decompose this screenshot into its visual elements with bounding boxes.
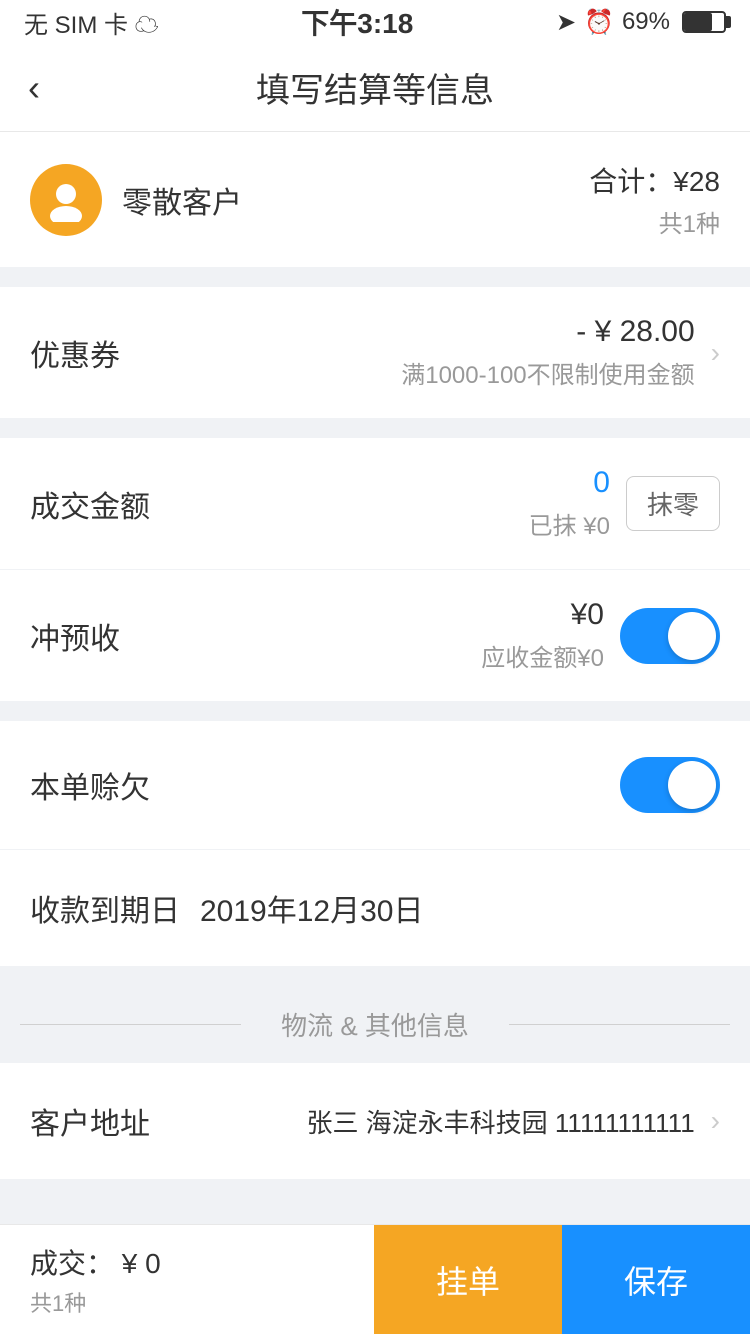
customer-right: 合计：¥28 共1种 xyxy=(589,160,720,239)
deal-prepay-section: 成交金额 0 已抹 ¥0 抹零 冲预收 ¥0 应收金额¥0 xyxy=(0,438,750,701)
prepayment-label: 冲预收 xyxy=(30,614,120,658)
address-section: 客户地址 张三 海淀永丰科技园 11111111111 › xyxy=(0,1063,750,1179)
footer-deal-label: 成交： xyxy=(30,1248,114,1279)
customer-section: 零散客户 合计：¥28 共1种 xyxy=(0,132,750,267)
hang-order-button[interactable]: 挂单 xyxy=(374,1225,562,1334)
coupon-label: 优惠券 xyxy=(30,331,120,375)
address-right: 张三 海淀永丰科技园 11111111111 › xyxy=(306,1103,720,1140)
logistics-label: 物流 & 其他信息 xyxy=(281,1006,469,1043)
deal-amount-value: 0 xyxy=(593,466,610,500)
status-right: ➤ ⏰ 69% xyxy=(556,8,726,37)
coupon-amount: - ¥ 28.00 满1000-100不限制使用金额 xyxy=(401,315,694,390)
address-chevron-icon: › xyxy=(711,1105,720,1137)
due-date-row[interactable]: 收款到期日 2019年12月30日 xyxy=(0,850,750,966)
back-button[interactable]: ‹ xyxy=(28,67,40,109)
prepayment-value: ¥0 xyxy=(571,598,604,632)
logistics-header: 物流 & 其他信息 xyxy=(0,986,750,1063)
logistics-line-right xyxy=(509,1024,730,1025)
footer-count: 共1种 xyxy=(30,1286,344,1318)
address-label: 客户地址 xyxy=(30,1099,150,1143)
status-left: 无 SIM 卡 ☁ xyxy=(24,5,159,40)
prepayment-values: ¥0 应收金额¥0 xyxy=(481,598,604,673)
status-bar: 无 SIM 卡 ☁ 下午3:18 ➤ ⏰ 69% xyxy=(0,0,750,44)
customer-avatar xyxy=(30,164,102,236)
deal-amount-values: 0 已抹 ¥0 xyxy=(529,466,610,541)
nav-bar: ‹ 填写结算等信息 xyxy=(0,44,750,132)
debt-row: 本单赊欠 xyxy=(0,721,750,850)
prepayment-row: 冲预收 ¥0 应收金额¥0 xyxy=(0,570,750,701)
coupon-chevron-icon: › xyxy=(711,337,720,369)
debt-toggle-knob xyxy=(668,761,716,809)
status-time: 下午3:18 xyxy=(301,2,413,42)
coupon-sub: 满1000-100不限制使用金额 xyxy=(401,355,694,390)
alarm-icon: ⏰ xyxy=(584,8,614,37)
content-area: 零散客户 合计：¥28 共1种 优惠券 - ¥ 28.00 满1000-100不… xyxy=(0,132,750,1309)
footer-deal-amount: 成交： ¥ 0 xyxy=(30,1242,344,1282)
customer-total: 合计：¥28 xyxy=(589,160,720,200)
sim-status: 无 SIM 卡 ☁ xyxy=(24,5,159,40)
footer-info: 成交： ¥ 0 共1种 xyxy=(0,1225,374,1334)
prepayment-sub: 应收金额¥0 xyxy=(481,638,604,673)
save-button[interactable]: 保存 xyxy=(562,1225,750,1334)
customer-name: 零散客户 xyxy=(122,178,242,222)
customer-icon xyxy=(44,178,88,222)
logistics-line-left xyxy=(20,1024,241,1025)
footer-deal-value: ¥ 0 xyxy=(122,1248,161,1279)
due-date-label: 收款到期日 xyxy=(30,886,180,930)
prepayment-toggle[interactable] xyxy=(620,608,720,664)
deal-amount-sub: 已抹 ¥0 xyxy=(529,506,610,541)
address-value: 张三 海淀永丰科技园 11111111111 xyxy=(306,1103,694,1140)
page-title: 填写结算等信息 xyxy=(256,63,494,112)
address-row[interactable]: 客户地址 张三 海淀永丰科技园 11111111111 › xyxy=(0,1063,750,1179)
battery-icon xyxy=(682,11,726,33)
coupon-value: - ¥ 28.00 xyxy=(576,315,694,349)
debt-label: 本单赊欠 xyxy=(30,763,150,807)
location-icon: ➤ xyxy=(556,8,576,37)
deal-amount-row: 成交金额 0 已抹 ¥0 抹零 xyxy=(0,438,750,570)
debt-toggle[interactable] xyxy=(620,757,720,813)
deal-amount-label: 成交金额 xyxy=(30,482,150,526)
customer-count: 共1种 xyxy=(589,204,720,239)
round-zero-button[interactable]: 抹零 xyxy=(626,476,720,531)
prepayment-right: ¥0 应收金额¥0 xyxy=(481,598,720,673)
debt-section: 本单赊欠 收款到期日 2019年12月30日 xyxy=(0,721,750,966)
prepayment-toggle-knob xyxy=(668,612,716,660)
due-date-value: 2019年12月30日 xyxy=(200,886,423,930)
coupon-section: 优惠券 - ¥ 28.00 满1000-100不限制使用金额 › xyxy=(0,287,750,418)
battery-percent: 69% xyxy=(622,8,670,36)
coupon-right: - ¥ 28.00 满1000-100不限制使用金额 › xyxy=(401,315,720,390)
customer-left: 零散客户 xyxy=(30,164,242,236)
coupon-row[interactable]: 优惠券 - ¥ 28.00 满1000-100不限制使用金额 › xyxy=(0,287,750,418)
deal-amount-right: 0 已抹 ¥0 抹零 xyxy=(529,466,720,541)
footer: 成交： ¥ 0 共1种 挂单 保存 xyxy=(0,1224,750,1334)
